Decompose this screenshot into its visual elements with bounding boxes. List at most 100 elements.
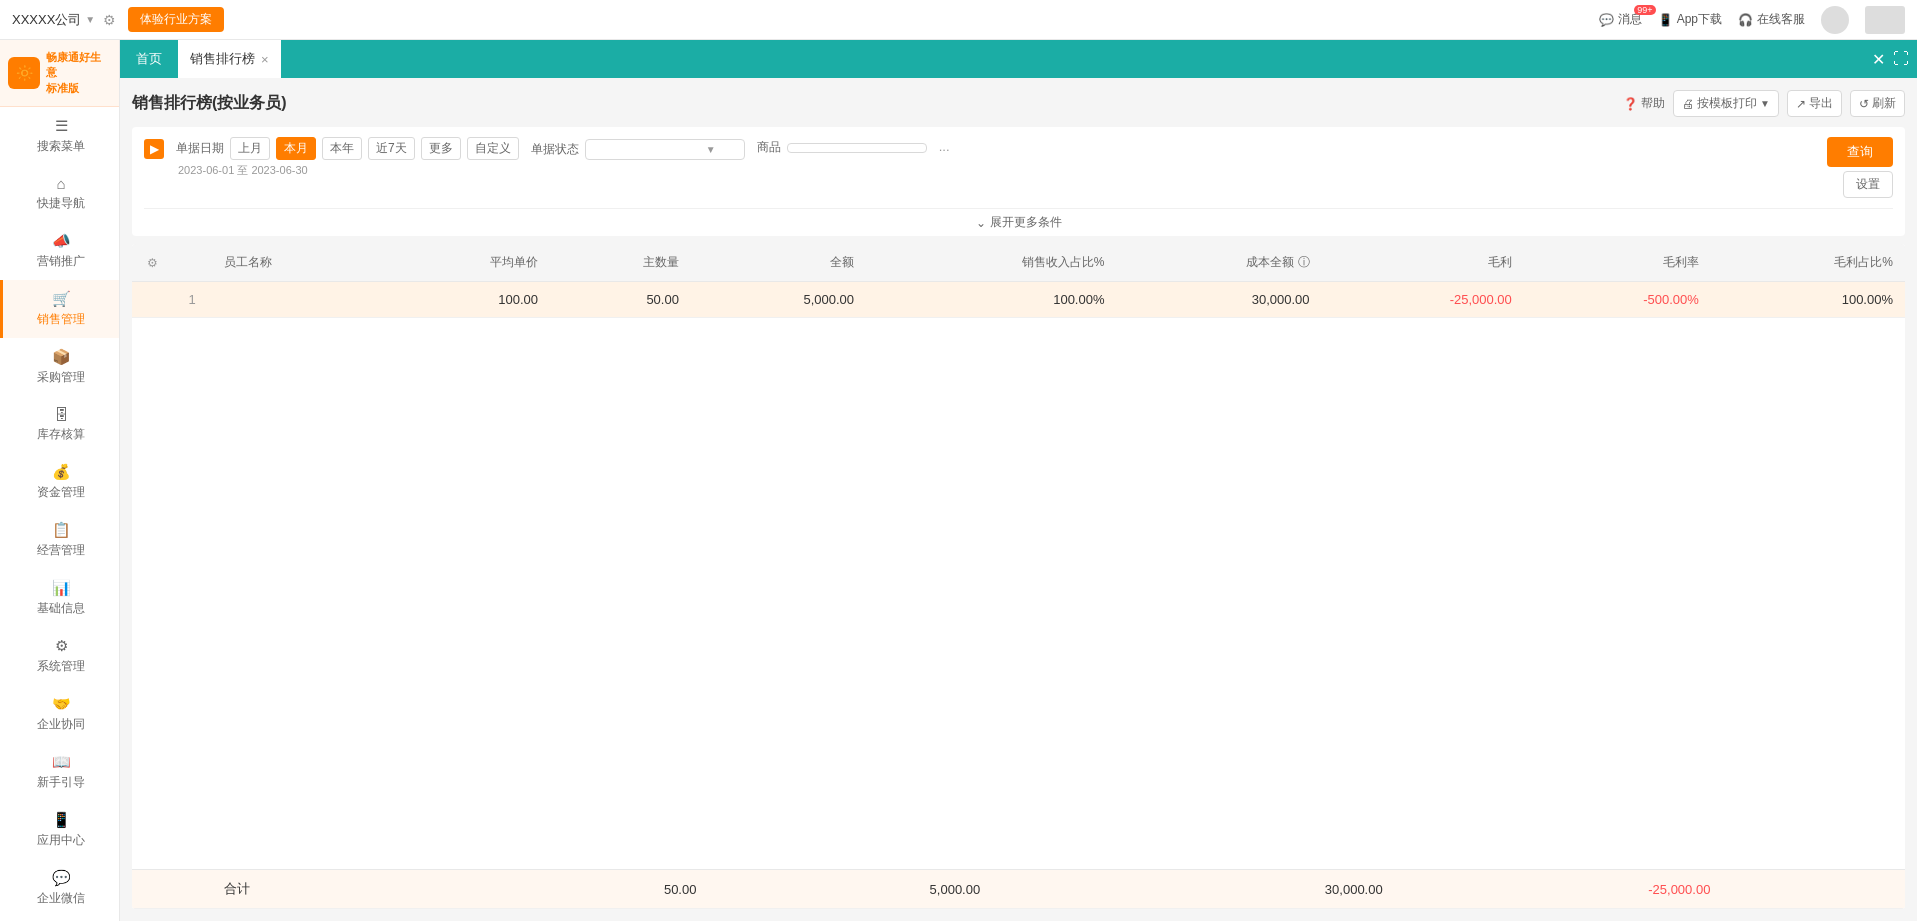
- footer-qty-cell: 50.00: [493, 870, 708, 909]
- sidebar-item-enterprise[interactable]: 🤝 企业协同: [0, 685, 119, 743]
- col-profit: 毛利: [1322, 244, 1524, 282]
- trial-btn[interactable]: 体验行业方案: [128, 7, 224, 32]
- settings-gear-icon[interactable]: ⚙: [103, 12, 116, 28]
- sidebar-item-nav-label: 快捷导航: [37, 195, 85, 212]
- company-name: XXXXX公司: [12, 11, 81, 29]
- row-name-cell: [212, 282, 381, 318]
- date-btn-more[interactable]: 更多: [421, 137, 461, 160]
- date-btn-current-month[interactable]: 本月: [276, 137, 316, 160]
- page-header: 销售排行榜(按业务员) ❓ 帮助 🖨 按模板打印 ▼ ↗ 导出: [132, 90, 1905, 117]
- date-btn-prev-month[interactable]: 上月: [230, 137, 270, 160]
- date-btn-7days[interactable]: 近7天: [368, 137, 415, 160]
- system-icon: ⚙: [55, 637, 68, 655]
- sidebar-item-wechat-label: 企业微信: [37, 890, 85, 907]
- sidebar-item-operations[interactable]: 📋 经营管理: [0, 511, 119, 569]
- filter-arrow-btn[interactable]: ▶: [144, 139, 164, 159]
- goods-filter-label: 商品: [757, 139, 781, 156]
- expand-label: 展开更多条件: [990, 214, 1062, 231]
- app-download-btn[interactable]: 📱 App下载: [1658, 11, 1722, 28]
- status-select[interactable]: ▼: [585, 139, 745, 160]
- sidebar-item-search-label: 搜索菜单: [37, 138, 85, 155]
- sidebar-item-apps-label: 应用中心: [37, 832, 85, 849]
- cart-icon: 🛒: [52, 290, 71, 308]
- page-title: 销售排行榜(按业务员): [132, 93, 287, 114]
- sidebar-item-inventory[interactable]: 🗄 库存核算: [0, 396, 119, 453]
- tab-close-window-icon[interactable]: ✕: [1872, 50, 1885, 69]
- tab-bar-right: ✕ ⛶: [1872, 50, 1917, 69]
- row-rank-cell: 1: [172, 282, 212, 318]
- sidebar-item-operations-label: 经营管理: [37, 542, 85, 559]
- row-gear-cell: [132, 282, 172, 318]
- row-profit-cell: -25,000.00: [1322, 282, 1524, 318]
- sidebar-item-guide-label: 新手引导: [37, 774, 85, 791]
- help-btn[interactable]: ❓ 帮助: [1623, 95, 1665, 112]
- date-btn-year[interactable]: 本年: [322, 137, 362, 160]
- avatar[interactable]: [1821, 6, 1849, 34]
- sidebar-item-nav[interactable]: ⌂ 快捷导航: [0, 165, 119, 222]
- tab-fullscreen-icon[interactable]: ⛶: [1893, 50, 1909, 68]
- table-gear-icon[interactable]: ⚙: [147, 256, 158, 270]
- sidebar-item-member[interactable]: V 畅会员: [0, 917, 119, 921]
- refresh-btn[interactable]: ↺ 刷新: [1850, 90, 1905, 117]
- sidebar-item-guide[interactable]: 📖 新手引导: [0, 743, 119, 801]
- filter-buttons: 查询 设置: [1827, 137, 1893, 198]
- book-icon: 📖: [52, 753, 71, 771]
- col-cost: 成本全额 ⓘ: [1117, 244, 1322, 282]
- tab-home[interactable]: 首页: [120, 40, 178, 78]
- sidebar-item-enterprise-label: 企业协同: [37, 716, 85, 733]
- sidebar-item-basic-info-label: 基础信息: [37, 600, 85, 617]
- sidebar-item-purchase[interactable]: 📦 采购管理: [0, 338, 119, 396]
- sidebar-item-wechat[interactable]: 💬 企业微信: [0, 859, 119, 917]
- export-icon: ↗: [1796, 97, 1806, 111]
- tab-home-label: 首页: [136, 50, 162, 68]
- footer-amount-cell: 5,000.00: [708, 870, 992, 909]
- box-icon: 📦: [52, 348, 71, 366]
- sidebar-item-purchase-label: 采购管理: [37, 369, 85, 386]
- filter-area: ▶ 单据日期 上月 本月 本年 近7天 更多 自定义 2023-06-01 至 …: [132, 127, 1905, 236]
- query-btn[interactable]: 查询: [1827, 137, 1893, 167]
- table-row: 1 100.00 50.00 5,000.00 100.00% 30,000.0…: [132, 282, 1905, 318]
- row-amount-cell: 5,000.00: [691, 282, 866, 318]
- setting-btn[interactable]: 设置: [1843, 171, 1893, 198]
- date-range-display: 2023-06-01 至 2023-06-30: [176, 163, 519, 178]
- company-selector[interactable]: XXXXX公司 ▼: [12, 11, 95, 29]
- chevron-down-icon: ▼: [85, 14, 95, 25]
- col-sales-pct: 销售收入占比%: [866, 244, 1116, 282]
- footer-cost-cell: 30,000.00: [1083, 870, 1394, 909]
- phone-icon: 📱: [1658, 13, 1673, 27]
- home-icon: ⌂: [56, 175, 65, 192]
- table-header: ⚙ 员工名称 平均单价 主数量 全额 销售收入占比% 成本全额 ⓘ 毛利: [132, 244, 1905, 282]
- goods-input[interactable]: [787, 143, 927, 153]
- sidebar-item-search[interactable]: ☰ 搜索菜单: [0, 107, 119, 165]
- data-table: ⚙ 员工名称 平均单价 主数量 全额 销售收入占比% 成本全额 ⓘ 毛利: [132, 244, 1905, 318]
- tab-close-icon[interactable]: ×: [261, 52, 269, 67]
- sidebar-item-sales[interactable]: 🛒 销售管理: [0, 280, 119, 338]
- row-qty-cell: 50.00: [550, 282, 691, 318]
- col-amount: 全额: [691, 244, 866, 282]
- handshake-icon: 🤝: [52, 695, 71, 713]
- tab-sales-ranking[interactable]: 销售排行榜 ×: [178, 40, 281, 78]
- status-filter-label: 单据状态: [531, 141, 579, 158]
- online-service-btn[interactable]: 🎧 在线客服: [1738, 11, 1805, 28]
- export-btn[interactable]: ↗ 导出: [1787, 90, 1842, 117]
- sidebar-item-system[interactable]: ⚙ 系统管理: [0, 627, 119, 685]
- sidebar-item-inventory-label: 库存核算: [37, 426, 85, 443]
- row-sales-pct-cell: 100.00%: [866, 282, 1116, 318]
- col-qty: 主数量: [550, 244, 691, 282]
- more-filter-btn[interactable]: ...: [939, 139, 950, 154]
- sidebar-item-finance[interactable]: 💰 资金管理: [0, 453, 119, 511]
- expand-more-btn[interactable]: ⌄ 展开更多条件: [144, 208, 1893, 236]
- sidebar-item-finance-label: 资金管理: [37, 484, 85, 501]
- logo-icon: 🔆: [8, 57, 40, 89]
- col-gear[interactable]: ⚙: [132, 244, 172, 282]
- sidebar-item-apps[interactable]: 📱 应用中心: [0, 801, 119, 859]
- top-bar-right: 💬 消息 99+ 📱 App下载 🎧 在线客服: [1599, 6, 1905, 34]
- sidebar-item-marketing[interactable]: 📣 营销推广: [0, 222, 119, 280]
- message-btn[interactable]: 💬 消息 99+: [1599, 11, 1642, 28]
- table-container: ⚙ 员工名称 平均单价 主数量 全额 销售收入占比% 成本全额 ⓘ 毛利: [132, 244, 1905, 909]
- print-btn[interactable]: 🖨 按模板打印 ▼: [1673, 90, 1779, 117]
- sidebar-item-basic-info[interactable]: 📊 基础信息: [0, 569, 119, 627]
- logo-text: 畅康通好生意 标准版: [46, 50, 111, 96]
- headset-icon: 🎧: [1738, 13, 1753, 27]
- date-btn-custom[interactable]: 自定义: [467, 137, 519, 160]
